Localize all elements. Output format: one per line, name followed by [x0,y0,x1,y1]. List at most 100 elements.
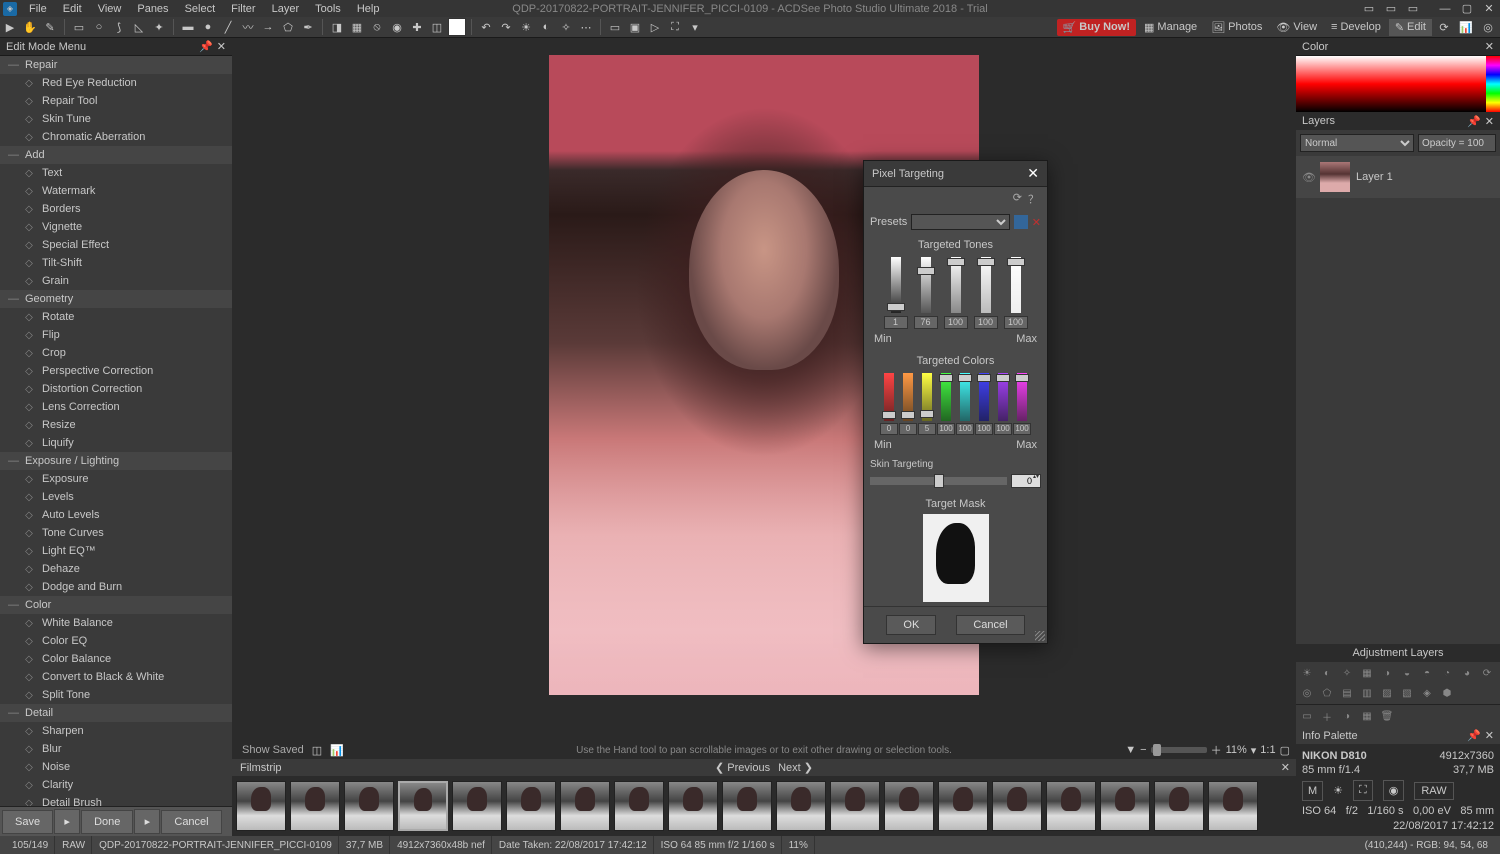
gradient-tool-icon[interactable]: ◨ [328,18,346,36]
brush-tool-icon[interactable]: ✎ [41,18,59,36]
menu-help[interactable]: Help [349,1,388,17]
arrow-tool-icon[interactable]: → [259,18,277,36]
filmstrip-thumb[interactable] [992,781,1042,831]
magic-wand-icon[interactable]: ✦ [150,18,168,36]
cancel-button[interactable]: Cancel [161,810,221,834]
poly-lasso-icon[interactable]: ◺ [130,18,148,36]
filmstrip-thumb[interactable] [398,781,448,831]
zoom-slider[interactable] [1151,747,1207,753]
panel-restore-btn-1[interactable]: ▭ [1358,0,1380,17]
adj-icon[interactable]: ▨ [1378,684,1396,702]
tool-chromatic-aberration[interactable]: ◇Chromatic Aberration [0,128,232,146]
add-layer-icon[interactable]: ＋ [1318,707,1336,725]
color-slider-1[interactable] [884,373,894,421]
skin-targeting-slider[interactable] [870,477,1007,485]
tone-value-4[interactable]: 100 [974,316,998,329]
tool-dodge-and-burn[interactable]: ◇Dodge and Burn [0,578,232,596]
tone-slider-3[interactable] [951,257,961,313]
next-button[interactable]: Next ❯ [778,761,813,774]
info-pin-icon[interactable]: 📌 [1467,729,1481,742]
filmstrip-thumb[interactable] [1046,781,1096,831]
filmstrip-thumb[interactable] [452,781,502,831]
tool-borders[interactable]: ◇Borders [0,200,232,218]
ellipse-tool-icon[interactable]: ● [199,18,217,36]
rotate-cw-icon[interactable]: ↷ [497,18,515,36]
filmstrip-close-icon[interactable]: ✕ [1281,761,1290,774]
layer-opts-icon[interactable]: ▦ [1358,707,1376,725]
adj-icon[interactable]: ◒ [1398,664,1416,682]
visibility-eye-icon[interactable]: 👁 [1302,171,1314,183]
new-layer-icon[interactable]: ▭ [1298,707,1316,725]
opacity-input[interactable] [1418,134,1496,152]
category-color[interactable]: Color [0,596,232,614]
polygon-tool-icon[interactable]: ⬠ [279,18,297,36]
adj-icon[interactable]: ◓ [1418,664,1436,682]
adj-icon[interactable]: ◈ [1418,684,1436,702]
adj-icon[interactable]: ▤ [1338,684,1356,702]
panel-pin-icon[interactable]: 📌 [199,40,213,53]
color-slider-7[interactable] [998,373,1008,421]
tone-slider-2[interactable] [921,257,931,313]
panel-close-icon[interactable]: ✕ [217,40,226,53]
tool-grain[interactable]: ◇Grain [0,272,232,290]
dialog-cancel-button[interactable]: Cancel [956,615,1024,635]
adj-icon[interactable]: ◐ [1318,664,1336,682]
exposure-icon[interactable]: ☀ [517,18,535,36]
menu-file[interactable]: File [21,1,55,17]
filmstrip-thumb[interactable] [1154,781,1204,831]
tool-convert-to-black-white[interactable]: ◇Convert to Black & White [0,668,232,686]
manage-mode-button[interactable]: ▦ Manage [1138,19,1203,36]
more-tool-icon[interactable]: ⋯ [577,18,595,36]
help-icon[interactable]: ？ [1028,191,1039,207]
category-exposure-lighting[interactable]: Exposure / Lighting [0,452,232,470]
histogram-icon[interactable]: 📊 [1457,18,1475,36]
screen-1-icon[interactable]: ▭ [606,18,624,36]
done-button[interactable]: Done [81,810,133,834]
maximize-button[interactable]: ▢ [1456,0,1478,17]
color-value-1[interactable]: 0 [880,423,898,435]
mask-icon[interactable]: ◑ [1338,707,1356,725]
adj-icon[interactable]: ⬠ [1318,684,1336,702]
adj-icon[interactable]: ◑ [1378,664,1396,682]
heal-tool-icon[interactable]: ✚ [408,18,426,36]
tone-slider-4[interactable] [981,257,991,313]
tool-color-balance[interactable]: ◇Color Balance [0,650,232,668]
zoom-out-icon[interactable]: − [1140,744,1146,756]
adj-icon[interactable]: ☀ [1298,664,1316,682]
tool-resize[interactable]: ◇Resize [0,416,232,434]
histogram-toggle-icon[interactable]: 📊 [330,744,344,757]
tool-vignette[interactable]: ◇Vignette [0,218,232,236]
eyedropper-icon[interactable]: ⦸ [368,18,386,36]
tool-crop[interactable]: ◇Crop [0,344,232,362]
filmstrip-thumb[interactable] [1208,781,1258,831]
layers-pin-icon[interactable]: 📌 [1467,115,1481,128]
delete-preset-icon[interactable]: ✕ [1032,216,1041,229]
tool-blur[interactable]: ◇Blur [0,740,232,758]
done-dropdown-button[interactable]: ▸ [134,809,160,834]
tone-slider-5[interactable] [1011,257,1021,313]
fill-tool-icon[interactable]: ▦ [348,18,366,36]
layer-item[interactable]: 👁 Layer 1 [1296,156,1500,198]
dialog-close-icon[interactable]: ✕ [1027,165,1039,182]
show-saved-toggle[interactable]: Show Saved [242,744,304,756]
skin-targeting-value[interactable]: 0 [1011,474,1041,488]
color-value-5[interactable]: 100 [956,423,974,435]
panel-restore-btn-2[interactable]: ▭ [1380,0,1402,17]
ellipse-select-icon[interactable]: ○ [90,18,108,36]
hand-tool-icon[interactable]: ✋ [21,18,39,36]
tone-value-5[interactable]: 100 [1004,316,1028,329]
tool-dehaze[interactable]: ◇Dehaze [0,560,232,578]
tool-lens-correction[interactable]: ◇Lens Correction [0,398,232,416]
color-value-6[interactable]: 100 [975,423,993,435]
tool-split-tone[interactable]: ◇Split Tone [0,686,232,704]
line-tool-icon[interactable]: ╱ [219,18,237,36]
contrast-icon[interactable]: ◐ [537,18,555,36]
color-picker[interactable] [1296,56,1500,112]
tool-light-eq-[interactable]: ◇Light EQ™ [0,542,232,560]
filmstrip-thumb[interactable] [722,781,772,831]
tool-noise[interactable]: ◇Noise [0,758,232,776]
adj-icon[interactable]: ▦ [1358,664,1376,682]
adj-icon[interactable]: ✧ [1338,664,1356,682]
filmstrip-thumb[interactable] [560,781,610,831]
layers-close-icon[interactable]: ✕ [1485,115,1494,128]
